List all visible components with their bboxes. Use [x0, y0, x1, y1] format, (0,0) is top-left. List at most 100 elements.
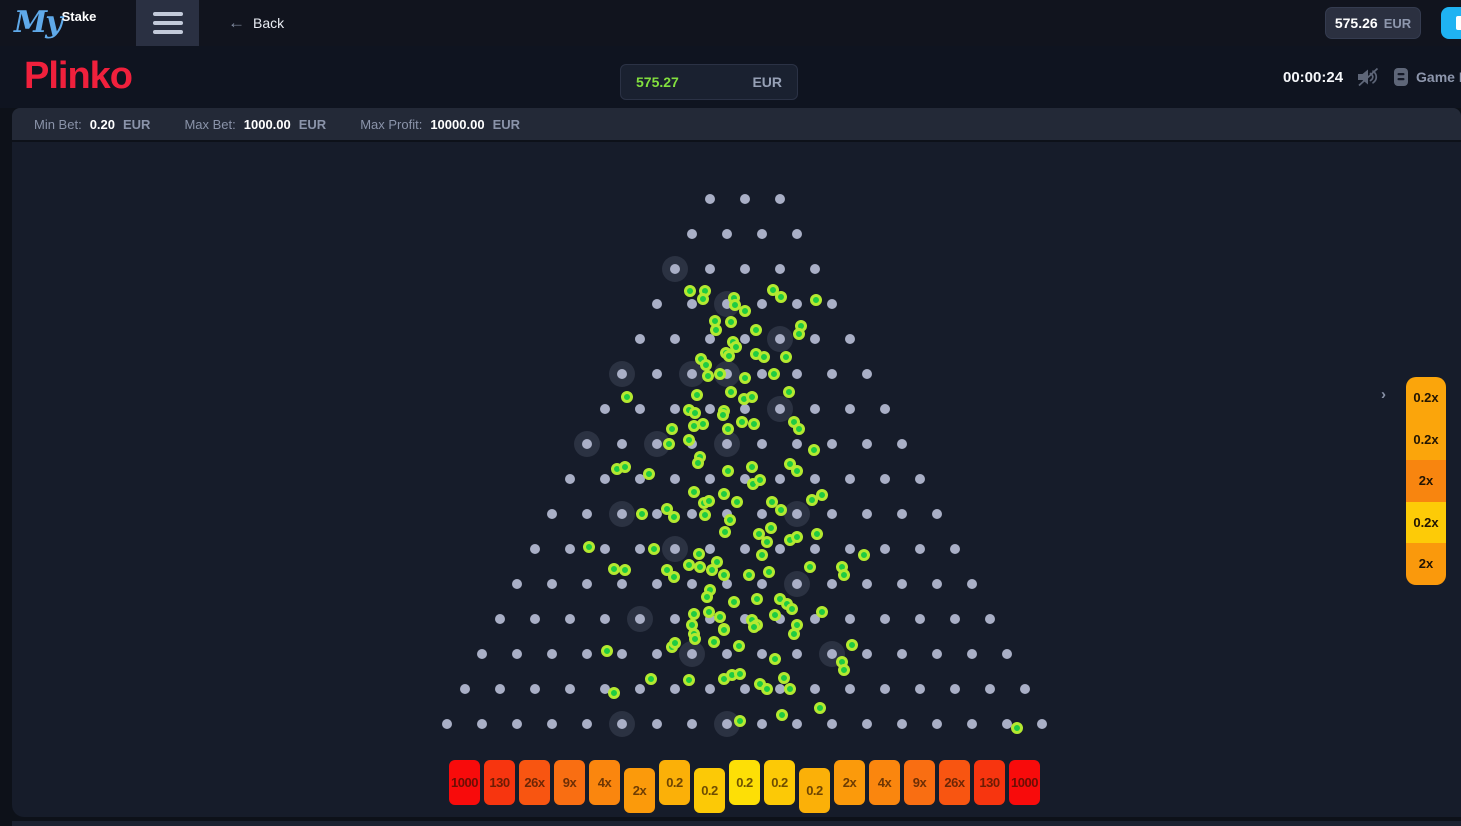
plinko-ball [722, 465, 734, 477]
sound-mute-toggle[interactable] [1356, 67, 1380, 87]
peg [477, 649, 487, 659]
peg [547, 719, 557, 729]
peg [897, 579, 907, 589]
peg [652, 649, 662, 659]
plinko-ball [816, 606, 828, 618]
menu-button[interactable] [136, 0, 199, 46]
peg [635, 404, 645, 414]
peg [740, 544, 750, 554]
plinko-ball [761, 683, 773, 695]
peg [705, 404, 715, 414]
peg [1002, 649, 1012, 659]
peg [967, 719, 977, 729]
plinko-ball [724, 514, 736, 526]
plinko-ball [768, 368, 780, 380]
peg [792, 719, 802, 729]
peg [827, 369, 837, 379]
peg [495, 614, 505, 624]
game-title: Plinko [24, 55, 132, 98]
peg [652, 299, 662, 309]
max-bet: Max Bet: 1000.00 EUR [184, 117, 326, 132]
plinko-ball [750, 324, 762, 336]
peg [530, 614, 540, 624]
plinko-ball [684, 285, 696, 297]
peg [582, 509, 592, 519]
peg [740, 264, 750, 274]
peg [775, 194, 785, 204]
peg [547, 579, 557, 589]
plinko-ball [761, 536, 773, 548]
peg [740, 404, 750, 414]
plinko-ball [808, 444, 820, 456]
peg [950, 614, 960, 624]
mystake-logo[interactable]: My Stake [14, 2, 96, 44]
plinko-ball [1011, 722, 1023, 734]
multiplier-bucket: 130 [484, 760, 515, 805]
history-expand-chevron[interactable]: › [1381, 386, 1386, 403]
plinko-ball [683, 434, 695, 446]
peg [827, 299, 837, 309]
plinko-ball [775, 291, 787, 303]
peg [810, 264, 820, 274]
peg [880, 544, 890, 554]
peg [827, 439, 837, 449]
peg [617, 579, 627, 589]
peg [617, 369, 627, 379]
wallet-balance[interactable]: 575.26 EUR [1325, 7, 1421, 39]
plinko-ball [608, 687, 620, 699]
plinko-board: 100013026x9x4x2x0.20.20.20.20.22x4x9x26x… [12, 142, 1461, 817]
peg [932, 649, 942, 659]
peg [845, 684, 855, 694]
hamburger-icon [153, 12, 183, 16]
max-profit: Max Profit: 10000.00 EUR [360, 117, 520, 132]
plinko-ball [754, 474, 766, 486]
peg [635, 544, 645, 554]
multiplier-bucket: 1000 [449, 760, 480, 805]
peg [565, 544, 575, 554]
plinko-ball [769, 609, 781, 621]
peg [705, 544, 715, 554]
history-multiplier: 0.2x [1406, 502, 1446, 544]
peg [792, 299, 802, 309]
peg [670, 474, 680, 484]
peg [757, 509, 767, 519]
peg [740, 334, 750, 344]
plinko-ball [689, 633, 701, 645]
peg [757, 439, 767, 449]
plinko-ball [743, 569, 755, 581]
speaker-muted-icon [1356, 67, 1380, 87]
peg [775, 684, 785, 694]
peg [932, 579, 942, 589]
plinko-ball [718, 488, 730, 500]
plinko-ball [804, 561, 816, 573]
peg [880, 404, 890, 414]
plinko-ball [719, 526, 731, 538]
plinko-ball [648, 543, 660, 555]
back-label: Back [253, 15, 284, 31]
multiplier-bucket: 2x [834, 760, 865, 805]
peg [617, 649, 627, 659]
peg [967, 579, 977, 589]
peg [810, 544, 820, 554]
peg [845, 544, 855, 554]
multiplier-bucket: 0.2 [764, 760, 795, 805]
peg [687, 299, 697, 309]
plinko-ball [784, 683, 796, 695]
peg [915, 474, 925, 484]
plinko-ball [846, 639, 858, 651]
history-multiplier: 2x [1406, 543, 1446, 585]
plinko-ball [699, 509, 711, 521]
plinko-ball [621, 391, 633, 403]
plinko-ball [688, 486, 700, 498]
peg [897, 649, 907, 659]
game-header: Plinko 575.27 EUR 00:00:24 Game Rules [0, 46, 1461, 108]
peg [1037, 719, 1047, 729]
peg [1020, 684, 1030, 694]
back-button[interactable]: ← Back [228, 0, 284, 46]
deposit-button[interactable] [1441, 7, 1461, 39]
peg [670, 334, 680, 344]
plinko-ball [734, 668, 746, 680]
peg [880, 614, 890, 624]
game-rules-button[interactable]: Game Rules [1393, 67, 1461, 87]
multiplier-bucket: 1000 [1009, 760, 1040, 805]
